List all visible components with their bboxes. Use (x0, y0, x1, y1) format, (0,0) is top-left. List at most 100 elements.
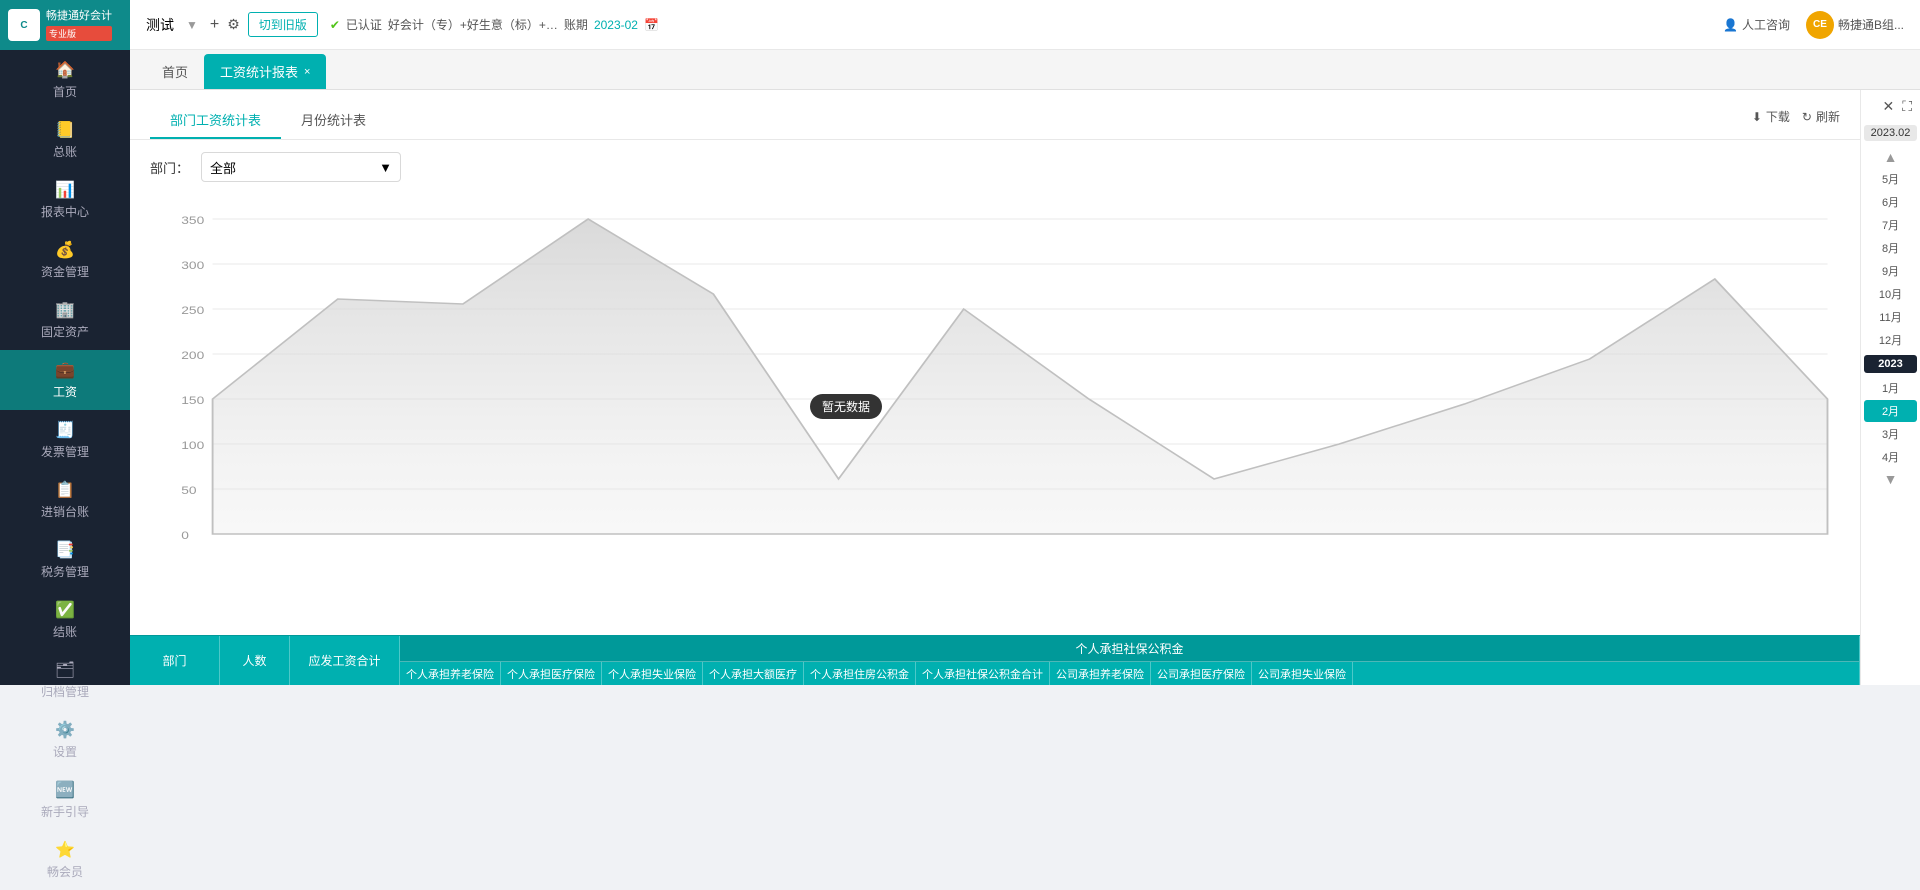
tab-salary-report[interactable]: 工资统计报表 × (204, 54, 326, 89)
help-icon: 👤 (1723, 18, 1738, 32)
sidebar-item-archive[interactable]: 🗂 归档管理 (0, 650, 130, 710)
svg-text:350: 350 (181, 214, 204, 226)
fund-icon: 💰 (55, 240, 75, 260)
refresh-icon: ↻ (1802, 110, 1812, 124)
sidebar-nav: 🏠 首页 📒 总账 📊 报表中心 💰 资金管理 🏢 固定资产 💼 工资 🧾 发票… (0, 50, 130, 890)
month-8[interactable]: 8月 (1864, 237, 1917, 259)
archive-icon: 🗂 (55, 660, 75, 680)
month-nav: ▲ 5月 6月 7月 8月 9月 10月 11月 12月 2023 1月 2月 … (1861, 147, 1920, 489)
help-btn[interactable]: 👤 人工咨询 (1723, 16, 1790, 33)
month-12[interactable]: 12月 (1864, 329, 1917, 351)
sub-col-housing-fund: 个人承担住房公积金 (804, 662, 916, 685)
help-label: 人工咨询 (1742, 16, 1790, 33)
month-3[interactable]: 3月 (1864, 423, 1917, 445)
panel-expand-icon[interactable]: ⛶ (1902, 98, 1912, 115)
refresh-btn[interactable]: ↻ 刷新 (1802, 108, 1840, 125)
user-btn[interactable]: CE 畅捷通B组... (1806, 11, 1904, 39)
sub-col-row: 个人承担养老保险 个人承担医疗保险 个人承担失业保险 个人承担大额医疗 个人承担… (400, 662, 1859, 685)
nav-up-icon[interactable]: ▲ (1882, 147, 1900, 167)
svg-text:300: 300 (181, 259, 204, 271)
col-count: 人数 (220, 636, 290, 685)
download-btn[interactable]: ⬇ 下载 (1752, 108, 1790, 125)
sidebar: C 畅捷通好会计 专业版 🏠 首页 📒 总账 📊 报表中心 💰 资金管理 🏢 固… (0, 0, 130, 685)
month-4[interactable]: 4月 (1864, 446, 1917, 468)
month-2-active[interactable]: 2月 (1864, 400, 1917, 422)
table-footer: 部门 人数 应发工资合计 个人承担社保公积金 个人承担养老保险 个人承担医疗保险 (130, 635, 1860, 685)
asset-icon: 🏢 (55, 300, 75, 320)
sidebar-item-salary[interactable]: 💼 工资 (0, 350, 130, 410)
svg-text:150: 150 (181, 394, 204, 406)
period-value: 2023-02 (594, 18, 638, 32)
nav-down-icon[interactable]: ▼ (1882, 469, 1900, 489)
chart-container: 0 50 100 150 200 250 300 350 (130, 194, 1860, 635)
month-1[interactable]: 1月 (1864, 377, 1917, 399)
sales-icon: 📋 (55, 480, 75, 500)
month-10[interactable]: 10月 (1864, 283, 1917, 305)
group-label: 个人承担社保公积金 (400, 636, 1859, 662)
month-5[interactable]: 5月 (1864, 168, 1917, 190)
settlement-icon: ✅ (55, 600, 75, 620)
sidebar-item-member[interactable]: ⭐ 畅会员 (0, 830, 130, 890)
dept-filter-select[interactable]: 全部 ▼ (201, 152, 401, 182)
dept-filter-value: 全部 (210, 158, 236, 177)
sidebar-label-fund: 资金管理 (41, 263, 89, 280)
download-icon: ⬇ (1752, 110, 1762, 124)
sub-tabs: 部门工资统计表 月份统计表 ⬇ 下载 ↻ 刷新 (130, 90, 1860, 140)
tab-home[interactable]: 首页 (146, 54, 204, 89)
content-area: 部门工资统计表 月份统计表 ⬇ 下载 ↻ 刷新 (130, 90, 1920, 685)
settings-icon: ⚙️ (55, 720, 75, 740)
sidebar-item-invoice[interactable]: 🧾 发票管理 (0, 410, 130, 470)
sidebar-item-ledger[interactable]: 📒 总账 (0, 110, 130, 170)
sidebar-item-tax[interactable]: 📑 税务管理 (0, 530, 130, 590)
svg-text:0: 0 (181, 529, 189, 541)
tabs-bar: 首页 工资统计报表 × (130, 50, 1920, 90)
topbar-status: ✔ 已认证 好会计（专）+好生意（标）+… 账期 2023-02 📅 (330, 16, 659, 33)
filter-bar: 部门： 全部 ▼ (130, 140, 1860, 194)
logo-text: 畅捷通好会计 (46, 9, 112, 23)
sub-col-company-pension: 公司承担养老保险 (1050, 662, 1151, 685)
sidebar-item-home[interactable]: 🏠 首页 (0, 50, 130, 110)
panel-close-icon[interactable]: ✕ (1882, 98, 1894, 115)
sidebar-item-settlement[interactable]: ✅ 结账 (0, 590, 130, 650)
sidebar-item-asset[interactable]: 🏢 固定资产 (0, 290, 130, 350)
sidebar-label-guide: 新手引导 (41, 803, 89, 820)
sidebar-label-salary: 工资 (53, 383, 77, 400)
topbar: 测试 ▼ + ⚙ 切到旧版 ✔ 已认证 好会计（专）+好生意（标）+… 账期 2… (130, 0, 1920, 50)
topbar-right: 👤 人工咨询 CE 畅捷通B组... (1723, 11, 1904, 39)
home-icon: 🏠 (55, 60, 75, 80)
sub-col-unemployment: 个人承担失业保险 (602, 662, 703, 685)
tab-home-label: 首页 (162, 62, 188, 81)
svg-text:50: 50 (181, 484, 196, 496)
sub-col-total: 个人承担社保公积金合计 (916, 662, 1050, 685)
add-icon[interactable]: + (210, 16, 219, 34)
sidebar-logo: C 畅捷通好会计 专业版 (0, 0, 130, 50)
sidebar-item-sales[interactable]: 📋 进销台账 (0, 470, 130, 530)
sidebar-item-report[interactable]: 📊 报表中心 (0, 170, 130, 230)
svg-text:200: 200 (181, 349, 204, 361)
tax-icon: 📑 (55, 540, 75, 560)
month-7[interactable]: 7月 (1864, 214, 1917, 236)
calendar-icon[interactable]: 📅 (644, 18, 659, 32)
sub-col-company-medical: 公司承担医疗保险 (1151, 662, 1252, 685)
year-display: 2023.02 (1864, 125, 1917, 141)
sidebar-item-settings[interactable]: ⚙️ 设置 (0, 710, 130, 770)
sub-col-medical: 个人承担医疗保险 (501, 662, 602, 685)
sidebar-item-fund[interactable]: 💰 资金管理 (0, 230, 130, 290)
switch-old-btn[interactable]: 切到旧版 (248, 12, 318, 37)
settings-icon[interactable]: ⚙ (227, 16, 240, 33)
sub-tab-dept[interactable]: 部门工资统计表 (150, 102, 281, 139)
month-9[interactable]: 9月 (1864, 260, 1917, 282)
report-icon: 📊 (55, 180, 75, 200)
sub-col-major-medical: 个人承担大额医疗 (703, 662, 804, 685)
sidebar-label-invoice: 发票管理 (41, 443, 89, 460)
ledger-icon: 📒 (55, 120, 75, 140)
month-11[interactable]: 11月 (1864, 306, 1917, 328)
sidebar-label-tax: 税务管理 (41, 563, 89, 580)
sub-tab-month[interactable]: 月份统计表 (281, 102, 386, 139)
certified-badge: 已认证 (346, 16, 382, 33)
sidebar-item-guide[interactable]: 🆕 新手引导 (0, 770, 130, 830)
guide-icon: 🆕 (55, 780, 75, 800)
sub-col-pension: 个人承担养老保险 (400, 662, 501, 685)
tab-close-icon[interactable]: × (304, 66, 310, 78)
month-6[interactable]: 6月 (1864, 191, 1917, 213)
